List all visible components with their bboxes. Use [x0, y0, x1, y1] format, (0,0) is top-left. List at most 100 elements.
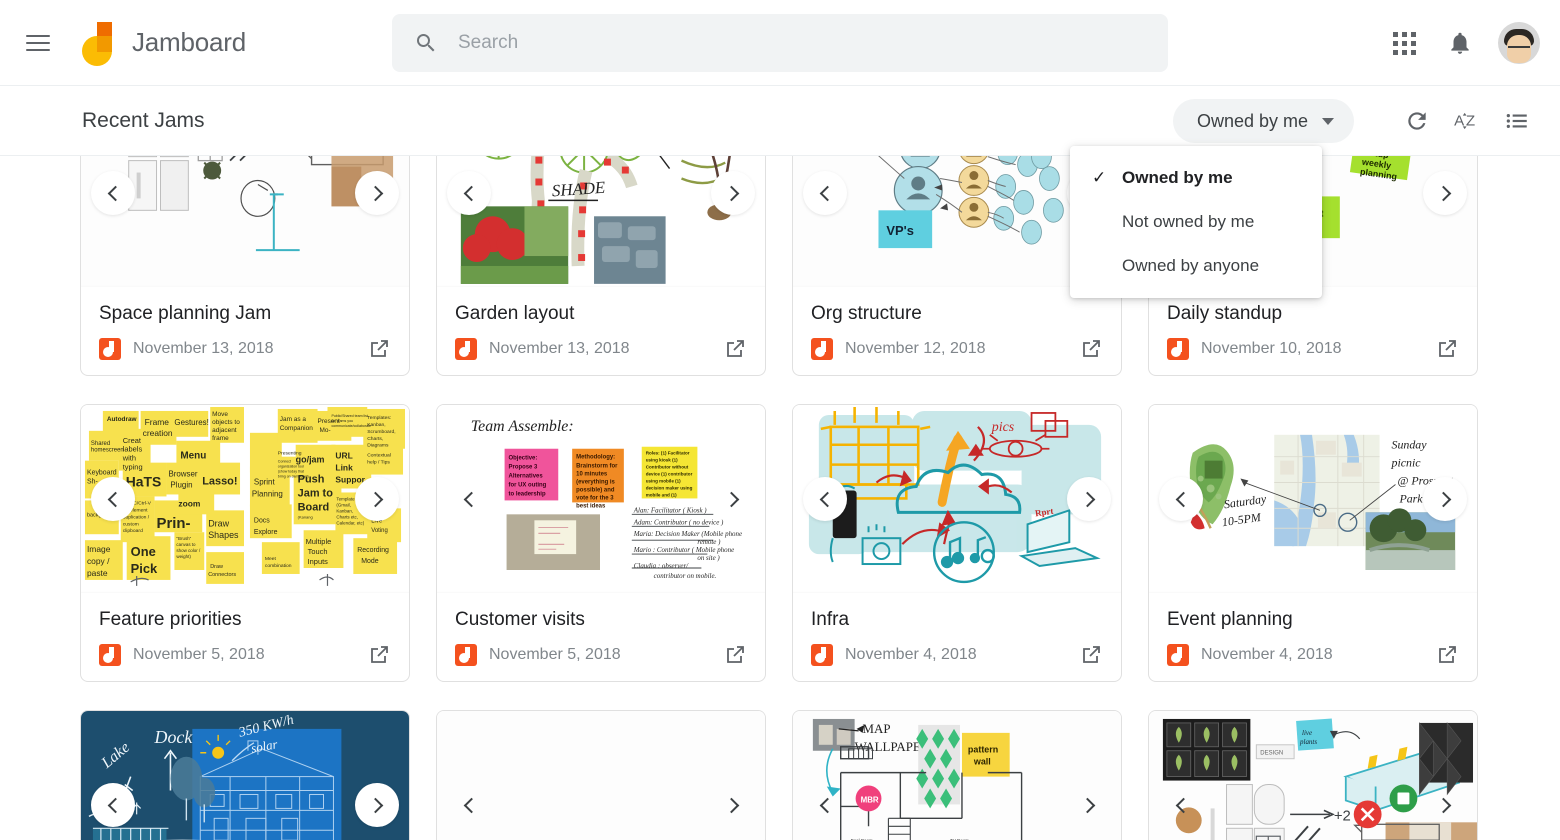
jam-thumbnail[interactable]: Saturday 10-5PM Sunday picnic @ Prospect… — [1149, 405, 1477, 593]
thumbnail-next-button[interactable] — [1067, 783, 1111, 827]
jam-date: November 13, 2018 — [489, 340, 630, 357]
menu-item-not-owned-by-me[interactable]: Not owned by me — [1070, 200, 1322, 244]
jam-grid: +2 — [0, 156, 1560, 840]
svg-text:+2: +2 — [1334, 808, 1351, 824]
svg-text:canvas to: canvas to — [176, 542, 196, 547]
jam-thumbnail[interactable]: Autodraw Shared homescreen Creat labels wi… — [81, 405, 409, 593]
jam-card[interactable]: Saturday 10-5PM Sunday picnic @ Prospect… — [1148, 404, 1478, 682]
thumbnail-next-button[interactable] — [1423, 783, 1467, 827]
svg-text:vote for the 3: vote for the 3 — [576, 495, 614, 501]
jamboard-file-icon — [455, 338, 477, 360]
svg-text:10 minutes: 10 minutes — [576, 472, 608, 478]
jam-card[interactable]: Team Assemble: Objective: Propose 3 Alter… — [436, 404, 766, 682]
thumbnail-next-button[interactable] — [1423, 171, 1467, 215]
jam-thumbnail[interactable]: pics Rprt — [793, 405, 1121, 593]
sort-az-icon[interactable]: A Z — [1444, 98, 1490, 144]
jam-card[interactable]: SHADE Garden layout November 13, 2018 — [436, 156, 766, 376]
open-in-new-icon[interactable] — [1435, 337, 1459, 361]
svg-text:Contributor without: Contributor without — [646, 465, 689, 470]
menu-item-owned-by-me[interactable]: ✓ Owned by me — [1070, 156, 1322, 200]
open-in-new-icon[interactable] — [723, 643, 747, 667]
search-bar[interactable] — [392, 14, 1168, 72]
apps-grid-icon[interactable] — [1380, 19, 1428, 67]
jam-meta: November 5, 2018 — [99, 643, 391, 667]
thumbnail-prev-button[interactable] — [91, 783, 135, 827]
brand-name: Jamboard — [132, 27, 247, 57]
jam-card[interactable]: MAP WALLPAPER pattern wall MBR — [792, 710, 1122, 840]
thumbnail-prev-button[interactable] — [447, 477, 491, 521]
svg-text:for UX outing: for UX outing — [509, 483, 547, 489]
avatar[interactable] — [1498, 22, 1540, 64]
svg-text:Mo-: Mo- — [320, 427, 331, 434]
thumbnail-next-button[interactable] — [1423, 477, 1467, 521]
open-in-new-icon[interactable] — [1435, 643, 1459, 667]
thumbnail-prev-button[interactable] — [1159, 477, 1203, 521]
thumbnail-prev-button[interactable] — [803, 783, 847, 827]
open-in-new-icon[interactable] — [1079, 643, 1103, 667]
thumbnail-next-button[interactable] — [355, 171, 399, 215]
list-view-icon[interactable] — [1494, 98, 1540, 144]
thumbnail-prev-button[interactable] — [447, 783, 491, 827]
bell-icon[interactable] — [1436, 19, 1484, 67]
jam-card[interactable]: DESIGN +2 live plants — [1148, 710, 1478, 840]
jam-thumbnail[interactable]: DESIGN +2 live plants — [1149, 711, 1477, 840]
svg-text:Move: Move — [212, 411, 228, 418]
jam-thumbnail[interactable]: MAP WALLPAPER pattern wall MBR — [793, 711, 1121, 840]
thumbnail-next-button[interactable] — [711, 477, 755, 521]
svg-text:(everything is: (everything is — [576, 480, 615, 486]
jam-grid-container[interactable]: +2 — [0, 156, 1560, 840]
svg-text:SHADE: SHADE — [551, 178, 606, 201]
hamburger-menu-icon[interactable] — [14, 19, 62, 67]
thumbnail-art-workspace: DESIGN +2 live plants — [1149, 711, 1477, 840]
search-input[interactable] — [458, 32, 1168, 54]
svg-text:One: One — [131, 544, 156, 559]
thumbnail-prev-button[interactable] — [91, 171, 135, 215]
jam-card[interactable]: +2 — [80, 156, 410, 376]
thumbnail-art-blank — [437, 711, 765, 840]
thumbnail-next-button[interactable] — [711, 783, 755, 827]
menu-item-owned-by-anyone[interactable]: Owned by anyone — [1070, 244, 1322, 288]
sub-header: Recent Jams Owned by me A Z — [0, 86, 1560, 156]
jam-card[interactable] — [436, 710, 766, 840]
thumbnail-next-button[interactable] — [355, 783, 399, 827]
thumbnail-next-button[interactable] — [355, 477, 399, 521]
thumbnail-prev-button[interactable] — [1159, 783, 1203, 827]
svg-text:Shared: Shared — [91, 441, 110, 447]
svg-text:Kanban,: Kanban, — [367, 422, 385, 428]
svg-text:Companion: Companion — [280, 425, 313, 432]
svg-text:Propose 3: Propose 3 — [509, 465, 538, 471]
menu-item-label: Owned by anyone — [1122, 256, 1260, 275]
refresh-icon[interactable] — [1394, 98, 1440, 144]
svg-text:Board: Board — [298, 501, 330, 513]
jam-card[interactable]: pics Rprt Infra November 4, 2018 — [792, 404, 1122, 682]
jam-thumbnail[interactable]: 350 KW/h solar Dock Lake Rain O — [81, 711, 409, 840]
jam-thumbnail[interactable]: SHADE — [437, 156, 765, 287]
jam-thumbnail[interactable]: +2 — [81, 156, 409, 287]
jam-card[interactable]: Autodraw Shared homescreen Creat labels wi… — [80, 404, 410, 682]
thumbnail-prev-button[interactable] — [803, 171, 847, 215]
svg-text:Brainstorm for: Brainstorm for — [576, 464, 618, 470]
svg-text:Diagrams: Diagrams — [367, 443, 389, 449]
thumbnail-prev-button[interactable] — [447, 171, 491, 215]
open-in-new-icon[interactable] — [723, 337, 747, 361]
svg-text:on site ): on site ) — [697, 554, 720, 562]
jam-card[interactable]: 350 KW/h solar Dock Lake Rain O — [80, 710, 410, 840]
brand[interactable]: Jamboard — [80, 20, 246, 66]
open-in-new-icon[interactable] — [1079, 337, 1103, 361]
thumbnail-next-button[interactable] — [711, 171, 755, 215]
jam-thumbnail[interactable] — [437, 711, 765, 840]
thumbnail-prev-button[interactable] — [91, 477, 135, 521]
owner-filter-dropdown[interactable]: Owned by me — [1172, 99, 1354, 143]
open-in-new-icon[interactable] — [367, 337, 391, 361]
svg-text:typing: typing — [123, 463, 143, 472]
owner-filter-menu[interactable]: ✓ Owned by me Not owned by me Owned by a… — [1070, 146, 1322, 298]
svg-text:Template: Template — [336, 496, 355, 501]
open-in-new-icon[interactable] — [367, 643, 391, 667]
svg-text:VP's: VP's — [886, 223, 913, 238]
svg-text:combination: combination — [265, 563, 292, 569]
svg-text:Dock: Dock — [154, 727, 194, 747]
svg-text:Roles: (1) Facilitator: Roles: (1) Facilitator — [646, 451, 690, 456]
thumbnail-prev-button[interactable] — [803, 477, 847, 521]
thumbnail-next-button[interactable] — [1067, 477, 1111, 521]
jam-thumbnail[interactable]: Team Assemble: Objective: Propose 3 Alter… — [437, 405, 765, 593]
